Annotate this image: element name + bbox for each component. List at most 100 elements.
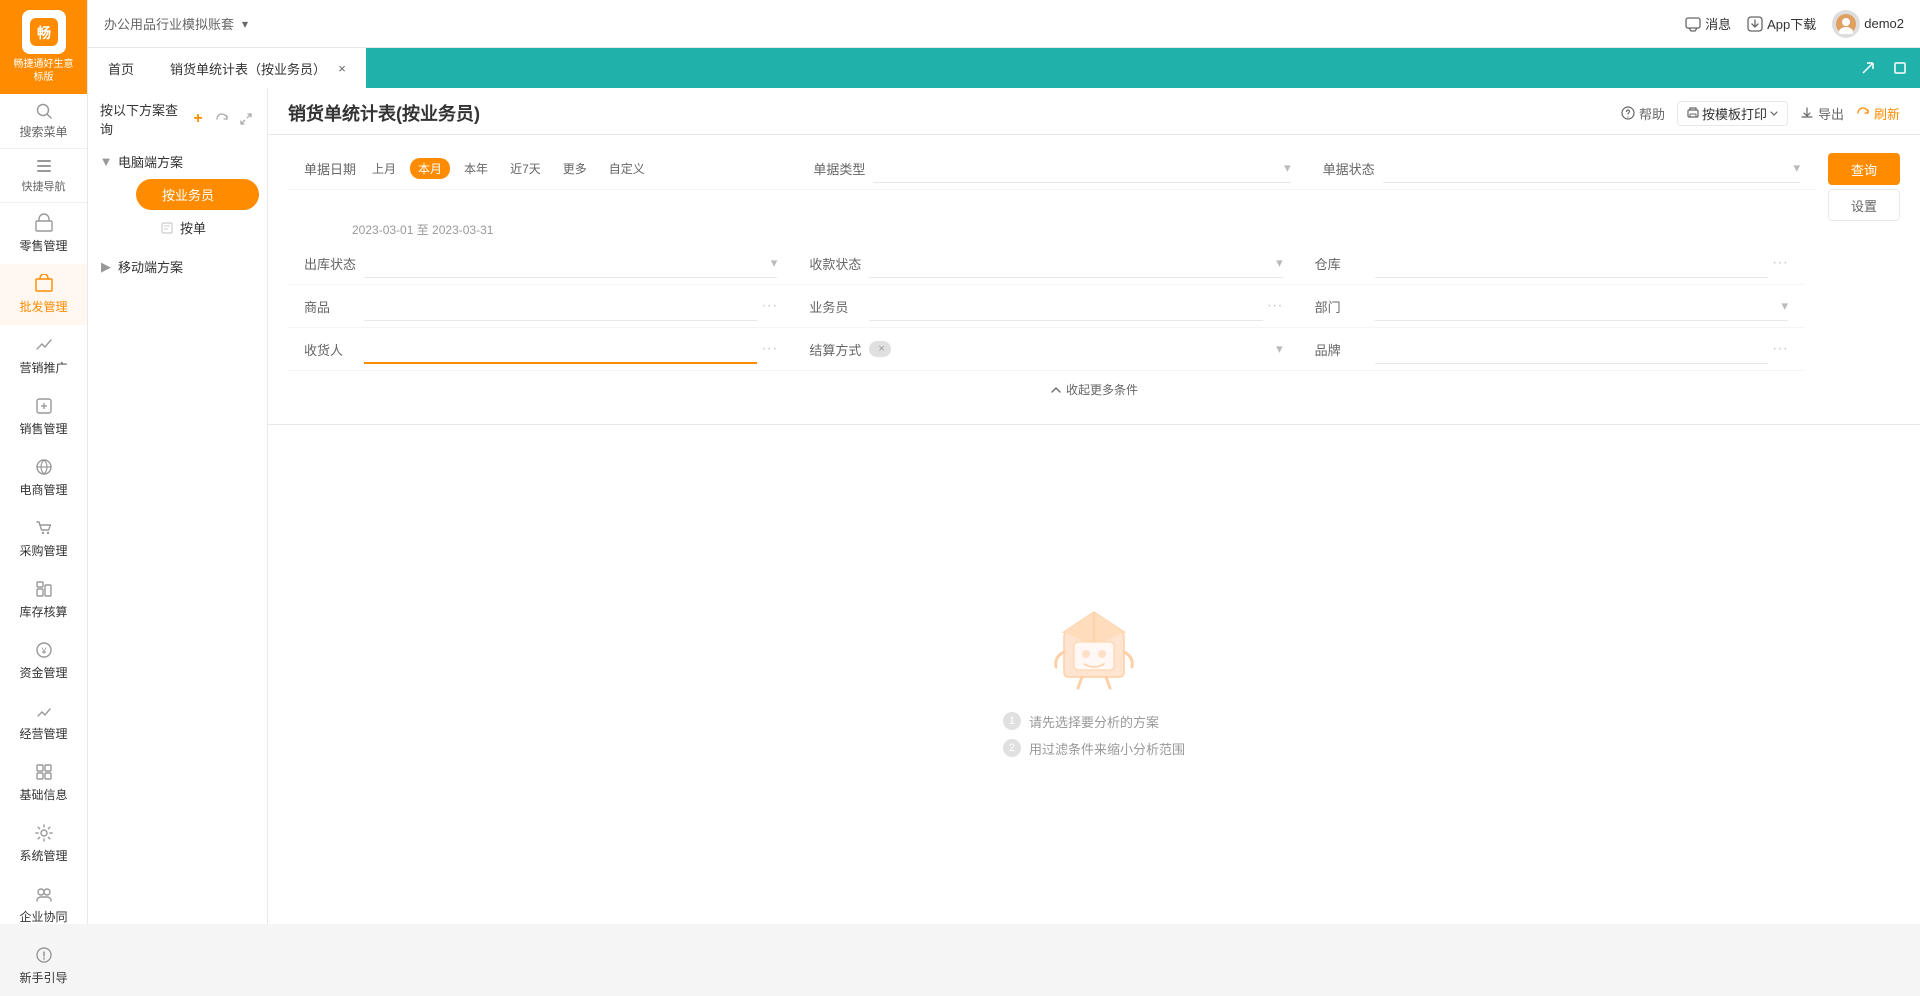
settings-button[interactable]: 设置 — [1828, 189, 1900, 221]
topbar-title: 办公用品行业模拟账套 — [104, 14, 234, 33]
salesperson-input[interactable] — [869, 291, 1262, 321]
expand-icon[interactable]: ▼ — [100, 156, 112, 168]
out-status-select[interactable] — [364, 248, 777, 278]
doc-type-select[interactable] — [873, 153, 1290, 183]
nav-icon — [35, 157, 53, 175]
sidebar-item-finance[interactable]: ¥ 资金管理 — [0, 630, 87, 691]
date-btn-more[interactable]: 更多 — [555, 158, 595, 179]
tab-maximize-btn[interactable] — [1888, 56, 1912, 80]
sidebar-item-ecommerce[interactable]: 电商管理 — [0, 447, 87, 508]
user-label: demo2 — [1864, 16, 1904, 31]
sidebar-item-retail[interactable]: 零售管理 — [0, 203, 87, 264]
receiver-input[interactable] — [364, 334, 757, 364]
date-btn-last-month[interactable]: 上月 — [364, 158, 404, 179]
warehouse-cell: 仓库 ··· — [1299, 242, 1804, 285]
add-scheme-btn[interactable]: + — [189, 110, 207, 128]
topbar-right: 消息 App下载 demo2 — [1685, 10, 1904, 38]
tree-sub-items: 按业务员 按单 — [88, 179, 267, 243]
receiver-label: 收货人 — [304, 340, 356, 359]
refresh-scheme-btn[interactable] — [213, 110, 231, 128]
sidebar-search-item[interactable]: 搜索菜单 — [0, 94, 87, 149]
settlement-control[interactable]: × ▾ — [869, 341, 1282, 357]
sidebar-item-purchase[interactable]: 采购管理 — [0, 508, 87, 569]
export-btn[interactable]: 导出 — [1800, 104, 1844, 123]
purchase-icon — [34, 518, 54, 538]
product-input[interactable] — [364, 291, 757, 321]
tree-desktop-section: ▼ 电脑端方案 — [88, 146, 267, 177]
out-status-control[interactable]: ▾ — [364, 248, 777, 278]
sales-label: 销售管理 — [19, 420, 67, 437]
tip-num-1: 1 — [1003, 712, 1021, 730]
mobile-expand-icon[interactable]: ▶ — [100, 261, 112, 273]
receiver-control[interactable]: ··· — [364, 334, 777, 364]
tree-item-salesperson[interactable]: 按业务员 — [136, 179, 259, 210]
sidebar-quick-nav[interactable]: 快捷导航 — [0, 149, 87, 203]
refresh-btn[interactable]: 刷新 — [1856, 104, 1900, 123]
print-btn[interactable]: 按模板打印 — [1677, 101, 1788, 126]
action-btns: 查询 设置 — [1816, 147, 1900, 221]
sidebar-item-inventory[interactable]: 库存核算 — [0, 569, 87, 630]
sidebar-logo[interactable]: 畅 畅捷通好生意 标版 — [0, 0, 87, 94]
sidebar-item-operations[interactable]: 经营管理 — [0, 691, 87, 752]
left-panel-title: 按以下方案查询 — [100, 100, 189, 138]
doc-status-control[interactable]: ▾ — [1383, 153, 1800, 183]
collect-status-control[interactable]: ▾ — [869, 248, 1282, 278]
topbar-dropdown-btn[interactable]: ▾ — [242, 17, 248, 31]
wholesale-label: 批发管理 — [19, 298, 67, 315]
tab-home[interactable]: 首页 — [88, 48, 154, 88]
brand-dots[interactable]: ··· — [1772, 340, 1788, 358]
doc-status-select[interactable] — [1383, 153, 1800, 183]
tab-minimize-btn[interactable] — [1856, 56, 1880, 80]
filter-area: 单据日期 上月 本月 本年 近7天 更多 自定义 — [268, 135, 1920, 425]
avatar — [1832, 10, 1860, 38]
date-btn-7days[interactable]: 近7天 — [502, 158, 549, 179]
warehouse-control[interactable]: ··· — [1375, 248, 1788, 278]
out-status-cell: 出库状态 ▾ — [288, 242, 793, 285]
collect-status-arrow: ▾ — [1276, 255, 1283, 271]
collect-status-select[interactable] — [869, 248, 1282, 278]
doc-type-control[interactable]: ▾ — [873, 153, 1290, 183]
date-btn-this-month[interactable]: 本月 — [410, 158, 450, 179]
sidebar-item-basic[interactable]: 基础信息 — [0, 752, 87, 813]
sidebar-item-guide[interactable]: 新手引导 — [0, 935, 87, 996]
tab-sales-stat[interactable]: 销货单统计表（按业务员） × — [154, 48, 366, 88]
date-btn-custom[interactable]: 自定义 — [601, 158, 653, 179]
help-btn[interactable]: 帮助 — [1621, 104, 1665, 123]
tree-item-doc[interactable]: 按单 — [136, 212, 259, 243]
department-select[interactable] — [1375, 291, 1788, 321]
query-button[interactable]: 查询 — [1828, 153, 1900, 185]
tip-1: 1 请先选择要分析的方案 — [1003, 712, 1185, 731]
sidebar-item-marketing[interactable]: 营销推广 — [0, 325, 87, 386]
messages-btn[interactable]: 消息 — [1685, 14, 1731, 33]
badge-close[interactable]: × — [878, 343, 884, 355]
filter-row3: 商品 ··· 业务员 ··· 部门 — [288, 285, 1804, 328]
user-btn[interactable]: demo2 — [1832, 10, 1904, 38]
tab-close-btn[interactable]: × — [334, 60, 350, 76]
tip-num-2: 2 — [1003, 739, 1021, 757]
tab-home-label: 首页 — [108, 59, 134, 78]
sidebar-item-cooperation[interactable]: 企业协同 — [0, 874, 87, 935]
app-download-label: App下载 — [1767, 14, 1816, 33]
collapse-btn[interactable]: 收起更多条件 — [1044, 375, 1144, 404]
product-dots[interactable]: ··· — [761, 297, 777, 315]
ecommerce-label: 电商管理 — [19, 481, 67, 498]
messages-icon — [1685, 16, 1701, 32]
salesperson-dots[interactable]: ··· — [1267, 297, 1283, 315]
brand-input[interactable] — [1375, 334, 1768, 364]
date-btn-this-year[interactable]: 本年 — [456, 158, 496, 179]
sidebar-item-wholesale[interactable]: 批发管理 — [0, 264, 87, 325]
warehouse-input[interactable] — [1375, 248, 1768, 278]
app-download-btn[interactable]: App下载 — [1747, 14, 1816, 33]
doc-type-arrow: ▾ — [1284, 160, 1291, 176]
brand-control[interactable]: ··· — [1375, 334, 1788, 364]
sidebar-item-system[interactable]: 系统管理 — [0, 813, 87, 874]
receiver-dots[interactable]: ··· — [761, 340, 777, 358]
collapse-panel-btn[interactable] — [237, 110, 255, 128]
help-icon — [1621, 106, 1635, 120]
warehouse-dots[interactable]: ··· — [1772, 254, 1788, 272]
sidebar-item-sales[interactable]: 销售管理 — [0, 386, 87, 447]
product-control[interactable]: ··· — [364, 291, 777, 321]
department-control[interactable]: ▾ — [1375, 291, 1788, 321]
salesperson-control[interactable]: ··· — [869, 291, 1282, 321]
settlement-badge[interactable]: × — [869, 341, 890, 357]
